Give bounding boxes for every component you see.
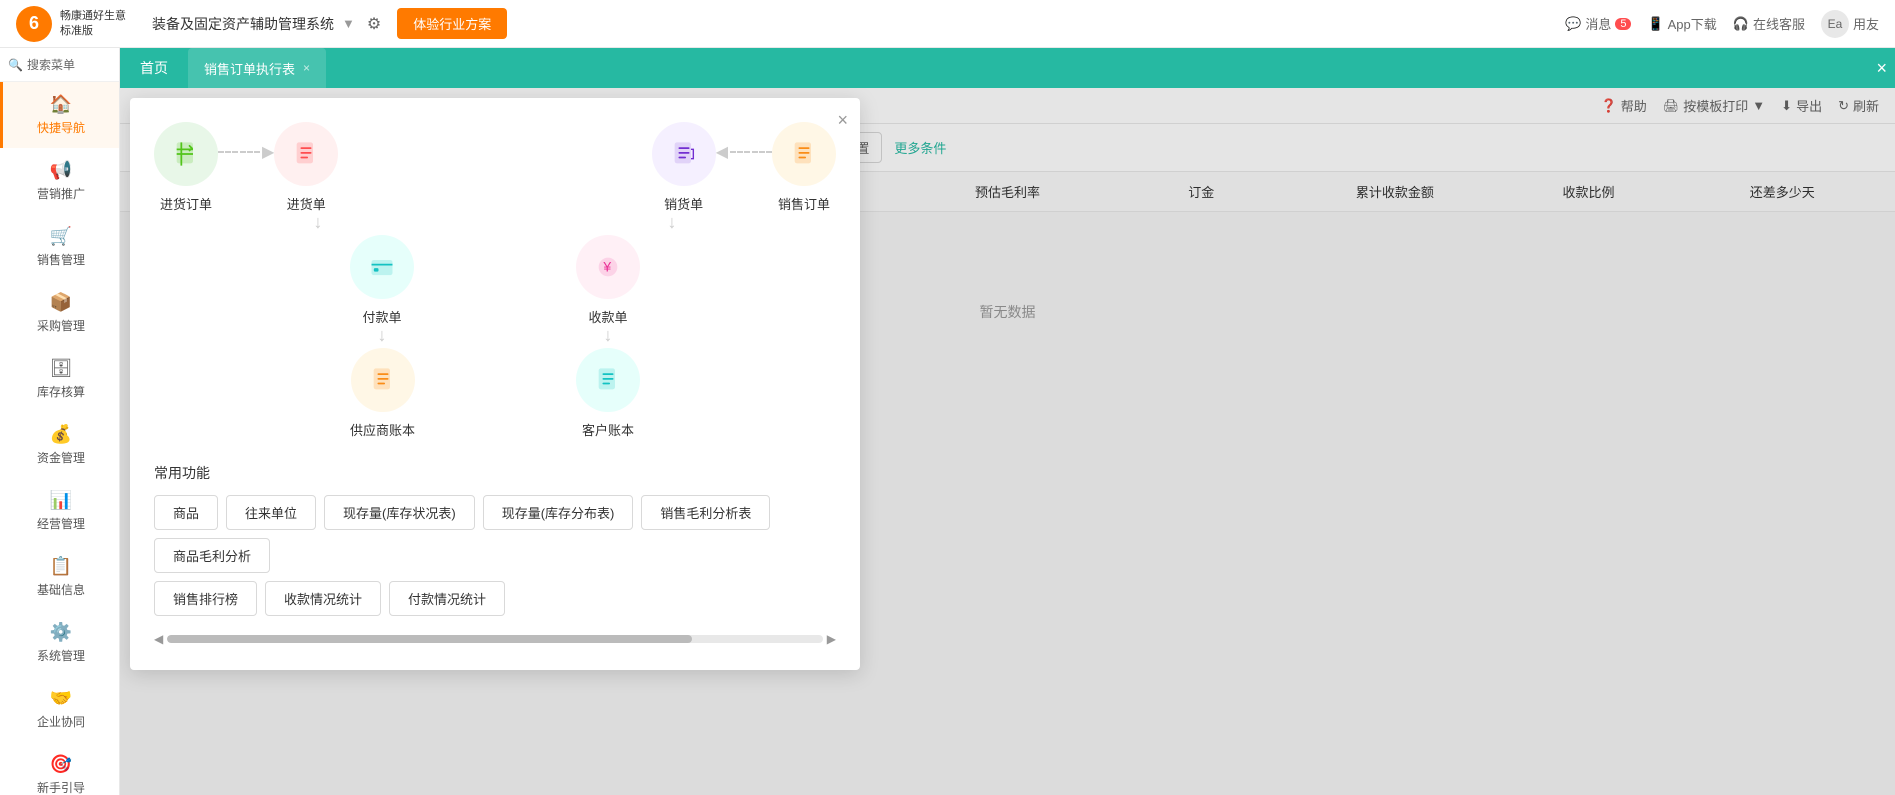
scroll-left-icon[interactable]: ◀ [154, 632, 163, 646]
quick-nav-modal: × 进货订单 [130, 98, 860, 670]
sidebar-item-inventory[interactable]: 🗄 库存核算 [0, 346, 119, 412]
sidebar-item-system[interactable]: ⚙️ 系统管理 [0, 610, 119, 676]
func-btn-goods-profit[interactable]: 商品毛利分析 [154, 538, 270, 573]
sidebar-item-quick-nav[interactable]: 🏠 快捷导航 [0, 82, 119, 148]
top-bar: 6 畅康通好生意 标准版 装备及固定资产辅助管理系统 ▼ ⚙ 体验行业方案 💬 … [0, 0, 1895, 48]
guide-icon: 🎯 [50, 754, 72, 775]
receipt-icon: ¥ [576, 235, 640, 299]
system-icon: ⚙️ [50, 622, 72, 643]
flow-arrows-row2: ↓ ↓ [154, 326, 836, 344]
purchase-icon: 📦 [50, 292, 72, 313]
modal-close-button[interactable]: × [837, 110, 848, 131]
func-btn-sales-rank[interactable]: 销售排行榜 [154, 581, 257, 616]
logo-text: 畅康通好生意 标准版 [60, 9, 126, 38]
sales-icon: 🛒 [50, 226, 72, 247]
func-btn-inventory-dist[interactable]: 现存量(库存分布表) [483, 495, 634, 530]
func-btn-goods[interactable]: 商品 [154, 495, 218, 530]
payment-node[interactable]: 付款单 [350, 235, 414, 326]
scroll-track[interactable] [167, 635, 823, 643]
purchase-order-icon [154, 122, 218, 186]
func-btn-partner[interactable]: 往来单位 [226, 495, 316, 530]
sidebar-item-sales[interactable]: 🛒 销售管理 [0, 214, 119, 280]
headset-icon: 🎧 [1733, 16, 1749, 32]
sidebar-item-basic[interactable]: 📋 基础信息 [0, 544, 119, 610]
finance-icon: 💰 [50, 424, 72, 445]
sidebar-item-finance[interactable]: 💰 资金管理 [0, 412, 119, 478]
func-btn-payment-stats[interactable]: 付款情况统计 [389, 581, 505, 616]
arrow-h2: ◀ [716, 122, 772, 162]
search-icon: 🔍 [8, 58, 23, 72]
system-title-text: 装备及固定资产辅助管理系统 [152, 14, 334, 34]
common-functions: 常用功能 商品 往来单位 现存量(库存状况表) 现存量(库存分布表) 销售毛利分… [154, 463, 836, 616]
scroll-right-icon[interactable]: ▶ [827, 632, 836, 646]
tab-close-icon[interactable]: × [303, 61, 310, 75]
tab-sales-order[interactable]: 销售订单执行表 × [188, 48, 326, 88]
svg-text:¥: ¥ [602, 259, 611, 275]
scroll-hint: ◀ ▶ [154, 632, 836, 646]
func-btn-sales-profit[interactable]: 销售毛利分析表 [641, 495, 770, 530]
common-functions-title: 常用功能 [154, 463, 836, 483]
flow-top-row: 进货订单 ▶ [154, 122, 836, 213]
content-area: 首页 销售订单执行表 × × ❓ 帮助 🖨 按模板打印 [120, 48, 1895, 795]
search-menu[interactable]: 🔍 搜索菜单 [0, 48, 119, 82]
flow-diagram: 进货订单 ▶ [154, 122, 836, 439]
marketing-icon: 📢 [50, 160, 72, 181]
func-btn-receipt-stats[interactable]: 收款情况统计 [265, 581, 381, 616]
inventory-icon: 🗄 [50, 358, 73, 379]
message-badge: 5 [1615, 18, 1631, 30]
func-btn-inventory-status[interactable]: 现存量(库存状况表) [324, 495, 475, 530]
arrow-h1: ▶ [218, 122, 274, 162]
customer-ledger-node[interactable]: 客户账本 [576, 348, 640, 439]
payment-icon [350, 235, 414, 299]
purchase-order-node[interactable]: 进货订单 [154, 122, 218, 213]
user-avatar: Ea [1821, 10, 1849, 38]
trial-button[interactable]: 体验行业方案 [397, 8, 507, 39]
app-download-button[interactable]: 📱 App下载 [1647, 14, 1716, 33]
operation-icon: 📊 [50, 490, 72, 511]
message-button[interactable]: 💬 消息 5 [1565, 14, 1631, 33]
flow-arrows-row: ↓ ↓ [154, 213, 836, 231]
sidebar-item-marketing[interactable]: 📢 营销推广 [0, 148, 119, 214]
sales-bill-node[interactable]: 销货单 [652, 122, 716, 213]
supplier-ledger-icon [351, 348, 415, 412]
function-buttons: 商品 往来单位 现存量(库存状况表) 现存量(库存分布表) 销售毛利分析表 商品… [154, 495, 836, 573]
supplier-ledger-node[interactable]: 供应商账本 [350, 348, 415, 439]
function-buttons-row2: 销售排行榜 收款情况统计 付款情况统计 [154, 581, 836, 616]
online-service-button[interactable]: 🎧 在线客服 [1733, 14, 1805, 33]
modal-overlay: × 进货订单 [120, 88, 1895, 795]
top-right: 💬 消息 5 📱 App下载 🎧 在线客服 Ea 用友 [1565, 10, 1879, 38]
sales-order-icon [772, 122, 836, 186]
sidebar-item-guide[interactable]: 🎯 新手引导 [0, 742, 119, 795]
sales-order-node[interactable]: 销售订单 [772, 122, 836, 213]
main-area: 🔍 搜索菜单 🏠 快捷导航 📢 营销推广 🛒 销售管理 📦 采购管理 🗄 [0, 48, 1895, 795]
app-wrapper: 6 畅康通好生意 标准版 装备及固定资产辅助管理系统 ▼ ⚙ 体验行业方案 💬 … [0, 0, 1895, 795]
enterprise-icon: 🤝 [50, 688, 72, 709]
system-title: 装备及固定资产辅助管理系统 ▼ ⚙ 体验行业方案 [136, 8, 1565, 39]
flow-bot-row: 供应商账本 客户账本 [154, 348, 836, 439]
customer-ledger-icon [576, 348, 640, 412]
purchase-bill-node[interactable]: 进货单 [274, 122, 338, 213]
home-icon: 🏠 [50, 94, 72, 115]
sidebar: 🔍 搜索菜单 🏠 快捷导航 📢 营销推广 🛒 销售管理 📦 采购管理 🗄 [0, 48, 120, 795]
dropdown-icon[interactable]: ▼ [342, 16, 355, 31]
tab-home[interactable]: 首页 [120, 48, 188, 88]
tab-bar: 首页 销售订单执行表 × × [120, 48, 1895, 88]
flow-mid-row: 付款单 ¥ 收款单 [154, 235, 836, 326]
scroll-thumb [167, 635, 691, 643]
page-content: ❓ 帮助 🖨 按模板打印 ▼ ⬇ 导出 ↻ 刷新 [120, 88, 1895, 795]
sidebar-item-enterprise[interactable]: 🤝 企业协同 [0, 676, 119, 742]
sidebar-item-operation[interactable]: 📊 经营管理 [0, 478, 119, 544]
receipt-node[interactable]: ¥ 收款单 [576, 235, 640, 326]
sidebar-item-purchase[interactable]: 📦 采购管理 [0, 280, 119, 346]
message-icon: 💬 [1565, 16, 1581, 32]
user-menu[interactable]: Ea 用友 [1821, 10, 1879, 38]
sales-bill-icon [652, 122, 716, 186]
logo-area: 6 畅康通好生意 标准版 [16, 6, 136, 42]
basic-icon: 📋 [50, 556, 72, 577]
settings-icon[interactable]: ⚙ [367, 14, 381, 34]
tab-close-all[interactable]: × [1876, 58, 1887, 79]
logo-icon: 6 [16, 6, 52, 42]
phone-icon: 📱 [1647, 16, 1663, 32]
purchase-bill-icon [274, 122, 338, 186]
